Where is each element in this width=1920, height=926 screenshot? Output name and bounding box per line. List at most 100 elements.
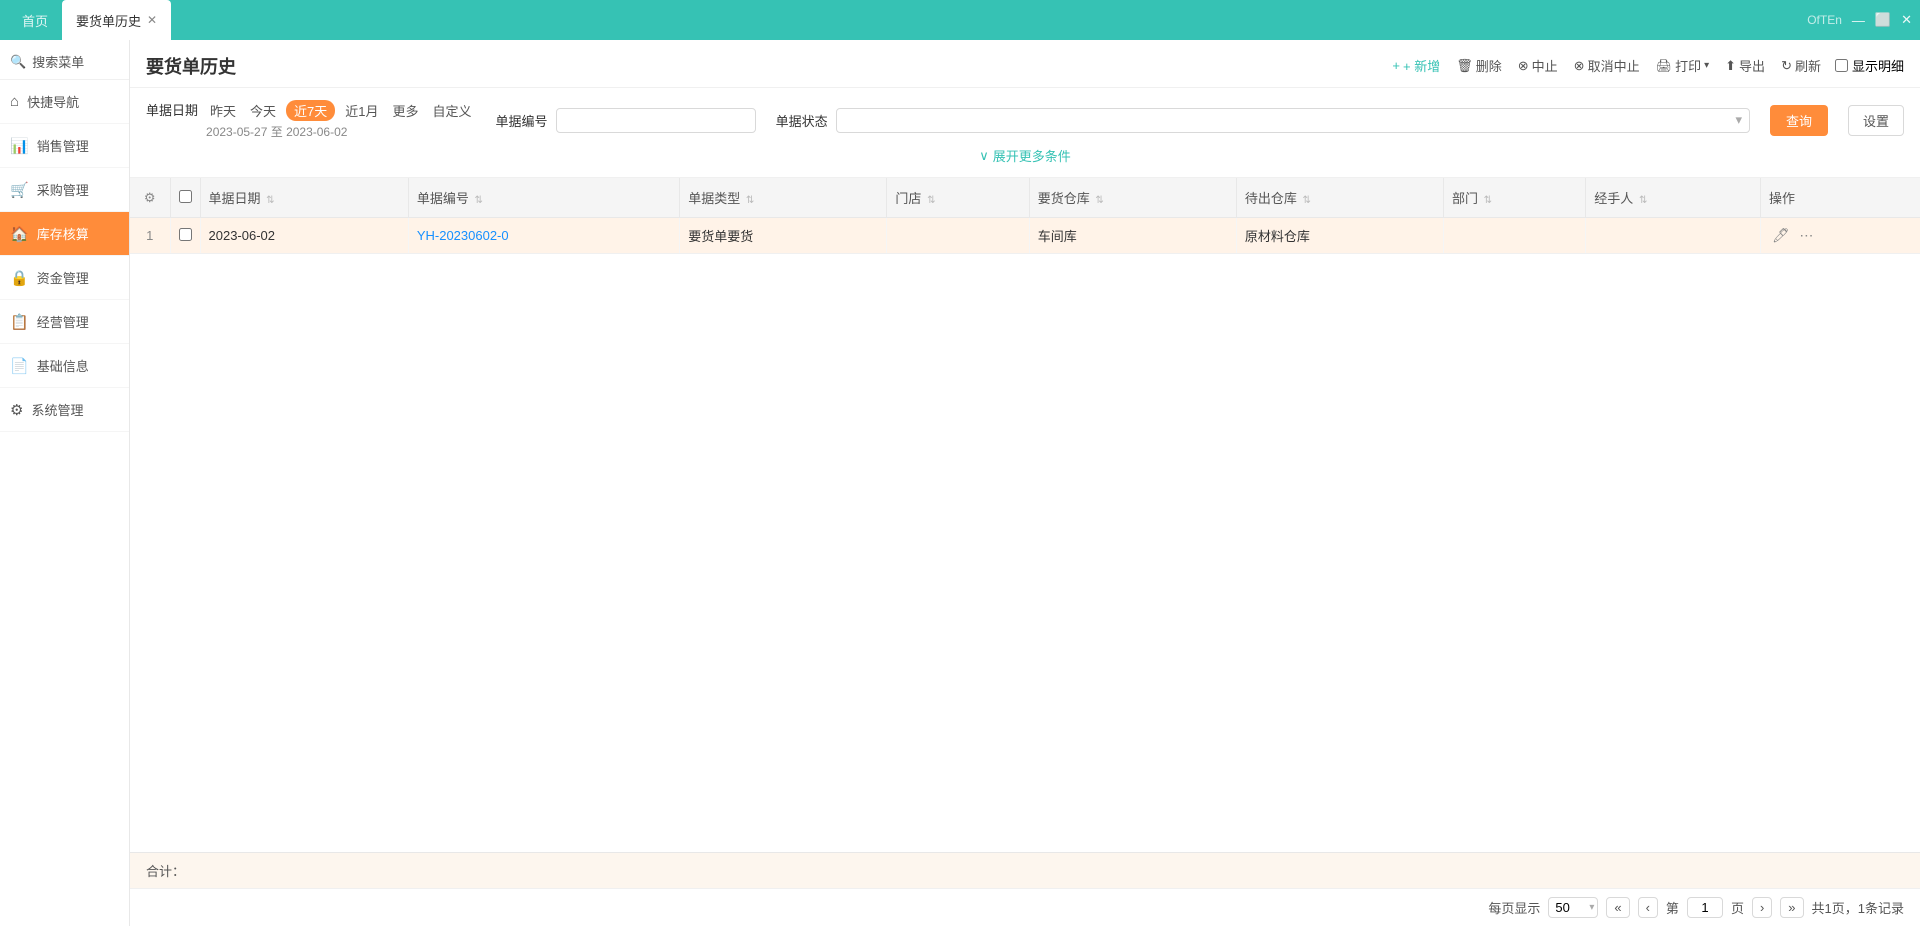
main-layout: 🔍 搜索菜单 ⌂ 快捷导航 📊 销售管理 🛒 采购管理 🏠 库存核算 🔒 资金管… <box>0 40 1920 926</box>
tab-purchase-history-label: 要货单历史 <box>76 11 141 30</box>
date-shortcut-1month[interactable]: 近1月 <box>341 100 382 121</box>
th-bill-type[interactable]: 单据类型 ⇅ <box>680 178 887 218</box>
settings-button[interactable]: 设置 <box>1848 105 1904 136</box>
last-page-btn[interactable]: » <box>1780 897 1803 918</box>
bill-no-label: 单据编号 <box>496 111 548 130</box>
date-shortcut-yesterday[interactable]: 昨天 <box>206 100 240 121</box>
sort-reqwh-icon: ⇅ <box>1095 195 1103 206</box>
cancel-stop-button[interactable]: ⊗ 取消中止 <box>1572 52 1642 79</box>
page-content: 要货单历史 + + 新增 🗑 删除 ⊗ 中止 ⊗ <box>130 40 1920 926</box>
th-handler[interactable]: 经手人 ⇅ <box>1586 178 1761 218</box>
sidebar-item-system-label: 系统管理 <box>31 400 83 419</box>
sidebar-item-purchase[interactable]: 🛒 采购管理 <box>0 168 129 212</box>
sidebar-item-sales[interactable]: 📊 销售管理 <box>0 124 129 168</box>
stop-label: 中止 <box>1532 56 1558 75</box>
sidebar-item-finance[interactable]: 🔒 资金管理 <box>0 256 129 300</box>
th-pending-warehouse[interactable]: 待出仓库 ⇅ <box>1236 178 1443 218</box>
per-page-select[interactable]: 50 100 200 <box>1548 897 1598 918</box>
sidebar-item-quick-nav[interactable]: ⌂ 快捷导航 <box>0 80 129 124</box>
cancel-stop-label: 取消中止 <box>1588 56 1640 75</box>
sort-pendwh-icon: ⇅ <box>1303 195 1311 206</box>
row-handler <box>1586 218 1761 254</box>
page-input[interactable] <box>1687 897 1723 918</box>
add-button[interactable]: + + 新增 <box>1390 52 1442 79</box>
status-select[interactable] <box>836 108 1750 133</box>
show-detail-checkbox[interactable]: 显示明细 <box>1835 56 1904 75</box>
row-pending-warehouse: 原材料仓库 <box>1236 218 1443 254</box>
date-shortcut-custom[interactable]: 自定义 <box>429 100 476 121</box>
expand-chevron-icon: ∨ <box>979 148 989 164</box>
row-edit-icon[interactable]: 🖊 <box>1772 227 1790 243</box>
date-shortcut-more[interactable]: 更多 <box>389 100 423 121</box>
prev-page-btn[interactable]: ‹ <box>1638 897 1658 918</box>
purchase-icon: 🛒 <box>10 181 29 199</box>
sort-store-icon: ⇅ <box>927 195 935 206</box>
th-department[interactable]: 部门 ⇅ <box>1444 178 1586 218</box>
system-icon: ⚙ <box>10 401 23 419</box>
row-checkbox-cell <box>170 218 200 254</box>
sidebar-search[interactable]: 🔍 搜索菜单 <box>0 40 129 80</box>
th-date[interactable]: 单据日期 ⇅ <box>200 178 408 218</box>
export-button[interactable]: ⬆ 导出 <box>1723 52 1767 79</box>
table-footer: 合计： <box>130 852 1920 888</box>
sidebar-item-quick-nav-label: 快捷导航 <box>27 92 79 111</box>
table-wrap: ⚙ 单据日期 ⇅ 单据编号 ⇅ <box>130 178 1920 852</box>
query-button[interactable]: 查询 <box>1770 105 1828 136</box>
th-bill-no[interactable]: 单据编号 ⇅ <box>408 178 679 218</box>
sidebar-item-sales-label: 销售管理 <box>37 136 89 155</box>
sidebar-item-system[interactable]: ⚙ 系统管理 <box>0 388 129 432</box>
row-bill-no-link[interactable]: YH-20230602-0 <box>417 228 509 243</box>
row-date: 2023-06-02 <box>200 218 408 254</box>
row-more-icon[interactable]: ⋯ <box>1799 227 1813 243</box>
refresh-button[interactable]: ↻ 刷新 <box>1779 52 1823 79</box>
print-icon: 🖨 <box>1656 58 1673 74</box>
show-detail-input[interactable] <box>1835 59 1848 72</box>
th-store[interactable]: 门店 ⇅ <box>887 178 1029 218</box>
sidebar-item-operation-label: 经营管理 <box>37 312 89 331</box>
bill-no-input[interactable] <box>556 108 756 133</box>
per-page-label: 每页显示 <box>1488 898 1540 917</box>
maximize-btn[interactable]: ⬜ <box>1875 12 1891 28</box>
date-shortcut-today[interactable]: 今天 <box>246 100 280 121</box>
table-row: 1 2023-06-02 YH-20230602-0 要货单要货 车间库 <box>130 218 1920 254</box>
th-req-warehouse[interactable]: 要货仓库 ⇅ <box>1029 178 1236 218</box>
tab-home[interactable]: 首页 <box>8 0 62 40</box>
often-label: OfTEn <box>1807 13 1842 27</box>
first-page-btn[interactable]: « <box>1606 897 1629 918</box>
sidebar-item-inventory[interactable]: 🏠 库存核算 <box>0 212 129 256</box>
row-store <box>887 218 1029 254</box>
status-filter: 单据状态 ▾ <box>776 108 1750 133</box>
table-header-row: ⚙ 单据日期 ⇅ 单据编号 ⇅ <box>130 178 1920 218</box>
close-btn[interactable]: ✕ <box>1901 12 1912 28</box>
tab-bar: 首页 要货单历史 ✕ <box>8 0 1807 40</box>
stop-button[interactable]: ⊗ 中止 <box>1516 52 1560 79</box>
expand-more-btn[interactable]: ∨ 展开更多条件 <box>146 146 1904 165</box>
minimize-btn[interactable]: — <box>1852 13 1865 28</box>
row-num: 1 <box>130 218 170 254</box>
select-all-checkbox[interactable] <box>179 190 192 203</box>
page-suffix: 页 <box>1731 898 1744 917</box>
sidebar-item-basic-info[interactable]: 📄 基础信息 <box>0 344 129 388</box>
th-settings[interactable]: ⚙ <box>130 178 170 218</box>
window-controls: OfTEn — ⬜ ✕ <box>1807 12 1912 28</box>
data-table: ⚙ 单据日期 ⇅ 单据编号 ⇅ <box>130 178 1920 254</box>
page-title: 要货单历史 <box>146 53 236 79</box>
sidebar-item-operation[interactable]: 📋 经营管理 <box>0 300 129 344</box>
date-shortcut-7days[interactable]: 近7天 <box>286 100 335 121</box>
refresh-icon: ↻ <box>1781 58 1792 74</box>
finance-icon: 🔒 <box>10 269 29 287</box>
sort-dept-icon: ⇅ <box>1484 195 1492 206</box>
delete-button[interactable]: 🗑 删除 <box>1454 52 1504 79</box>
next-page-btn[interactable]: › <box>1752 897 1772 918</box>
tab-close-icon[interactable]: ✕ <box>147 13 157 27</box>
stop-icon: ⊗ <box>1518 58 1529 74</box>
delete-label: 删除 <box>1476 56 1502 75</box>
print-button[interactable]: 🖨 打印 ▾ <box>1654 52 1712 79</box>
add-icon: + <box>1392 58 1400 73</box>
row-checkbox[interactable] <box>179 228 192 241</box>
content-area: 要货单历史 + + 新增 🗑 删除 ⊗ 中止 ⊗ <box>130 40 1920 926</box>
sidebar-item-inventory-label: 库存核算 <box>37 224 89 243</box>
tab-purchase-history[interactable]: 要货单历史 ✕ <box>62 0 171 40</box>
delete-icon: 🗑 <box>1456 58 1473 74</box>
add-label: + 新增 <box>1403 56 1440 75</box>
